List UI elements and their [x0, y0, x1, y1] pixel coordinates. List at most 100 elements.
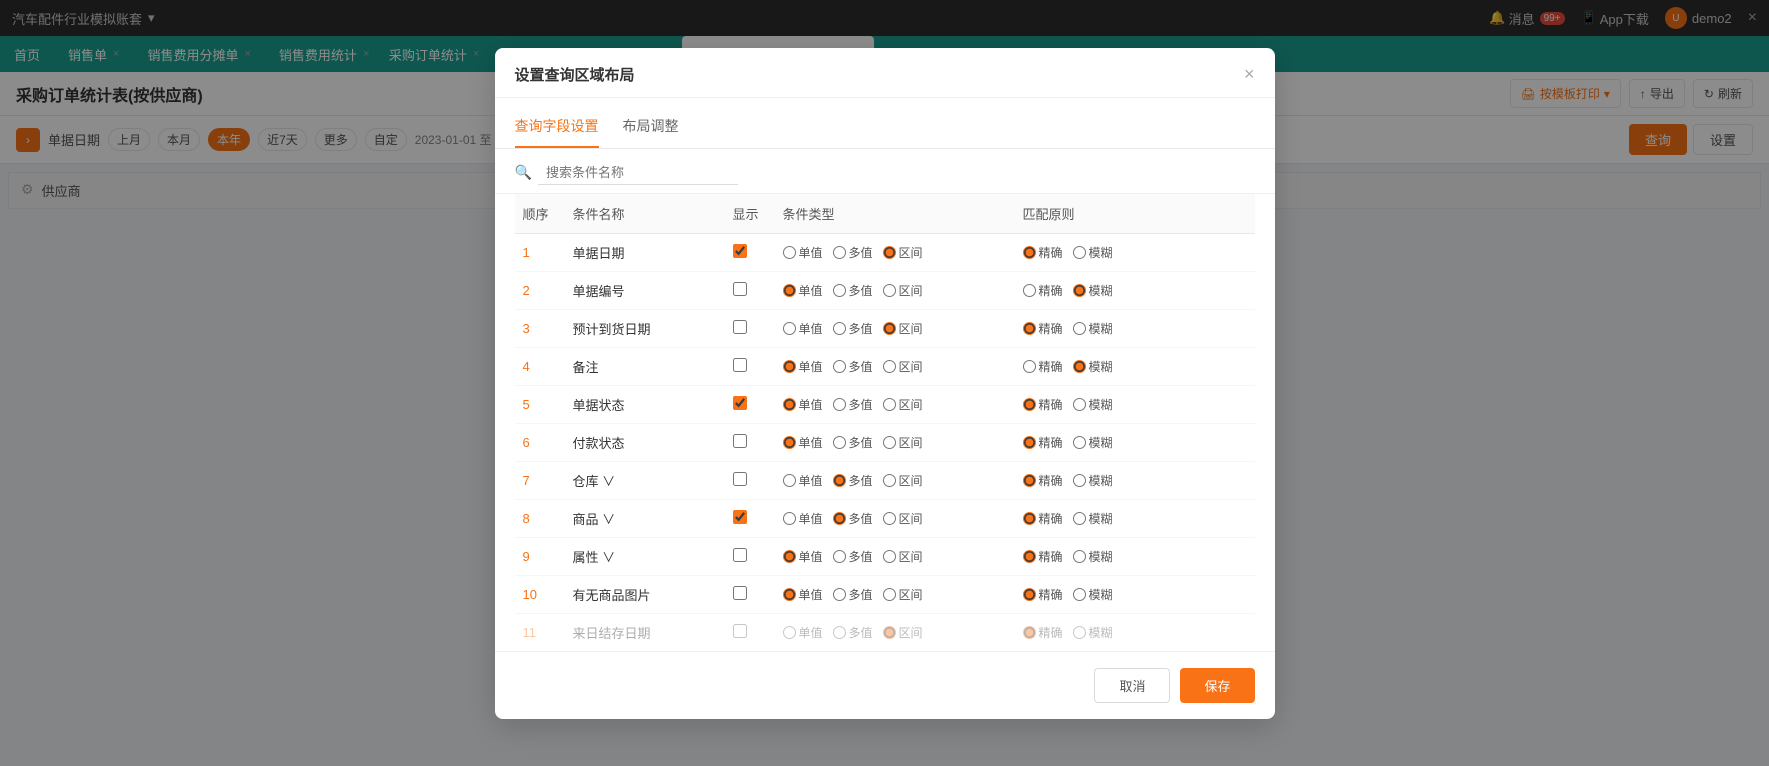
match-radio-input[interactable] — [1073, 398, 1086, 411]
type-radio-input[interactable] — [883, 626, 896, 639]
type-radio-input[interactable] — [833, 588, 846, 601]
type-radio-item[interactable]: 区间 — [883, 586, 923, 603]
display-checkbox[interactable] — [733, 434, 747, 448]
match-radio-item[interactable]: 精确 — [1023, 320, 1063, 337]
match-radio-input[interactable] — [1073, 474, 1086, 487]
match-radio-item[interactable]: 模糊 — [1073, 510, 1113, 527]
type-radio-item[interactable]: 多值 — [833, 548, 873, 565]
type-radio-item[interactable]: 单值 — [783, 320, 823, 337]
type-radio-input[interactable] — [783, 322, 796, 335]
match-radio-item[interactable]: 精确 — [1023, 358, 1063, 375]
display-checkbox[interactable] — [733, 396, 747, 410]
type-radio-input[interactable] — [833, 626, 846, 639]
type-radio-input[interactable] — [783, 436, 796, 449]
type-radio-input[interactable] — [783, 512, 796, 525]
match-radio-input[interactable] — [1073, 360, 1086, 373]
type-radio-item[interactable]: 区间 — [883, 472, 923, 489]
type-radio-item[interactable]: 多值 — [833, 586, 873, 603]
match-radio-item[interactable]: 精确 — [1023, 548, 1063, 565]
type-radio-item[interactable]: 多值 — [833, 472, 873, 489]
type-radio-item[interactable]: 单值 — [783, 434, 823, 451]
type-radio-input[interactable] — [833, 436, 846, 449]
type-radio-input[interactable] — [883, 322, 896, 335]
match-radio-input[interactable] — [1073, 284, 1086, 297]
match-radio-item[interactable]: 精确 — [1023, 282, 1063, 299]
type-radio-item[interactable]: 多值 — [833, 434, 873, 451]
type-radio-item[interactable]: 单值 — [783, 396, 823, 413]
type-radio-item[interactable]: 区间 — [883, 548, 923, 565]
match-radio-input[interactable] — [1023, 322, 1036, 335]
match-radio-input[interactable] — [1073, 246, 1086, 259]
type-radio-item[interactable]: 多值 — [833, 510, 873, 527]
type-radio-item[interactable]: 多值 — [833, 282, 873, 299]
match-radio-input[interactable] — [1073, 588, 1086, 601]
match-radio-item[interactable]: 模糊 — [1073, 244, 1113, 261]
match-radio-input[interactable] — [1023, 626, 1036, 639]
display-checkbox[interactable] — [733, 624, 747, 638]
type-radio-input[interactable] — [883, 360, 896, 373]
display-checkbox[interactable] — [733, 358, 747, 372]
type-radio-input[interactable] — [783, 246, 796, 259]
type-radio-item[interactable]: 单值 — [783, 624, 823, 641]
match-radio-input[interactable] — [1023, 436, 1036, 449]
type-radio-input[interactable] — [833, 398, 846, 411]
search-input[interactable] — [538, 161, 738, 185]
type-radio-item[interactable]: 单值 — [783, 472, 823, 489]
type-radio-item[interactable]: 区间 — [883, 434, 923, 451]
type-radio-input[interactable] — [833, 360, 846, 373]
type-radio-item[interactable]: 区间 — [883, 282, 923, 299]
match-radio-item[interactable]: 模糊 — [1073, 472, 1113, 489]
type-radio-input[interactable] — [883, 588, 896, 601]
match-radio-input[interactable] — [1023, 360, 1036, 373]
match-radio-input[interactable] — [1073, 436, 1086, 449]
type-radio-item[interactable]: 多值 — [833, 358, 873, 375]
type-radio-item[interactable]: 单值 — [783, 358, 823, 375]
match-radio-item[interactable]: 模糊 — [1073, 396, 1113, 413]
match-radio-item[interactable]: 精确 — [1023, 510, 1063, 527]
match-radio-item[interactable]: 模糊 — [1073, 282, 1113, 299]
type-radio-input[interactable] — [783, 550, 796, 563]
display-checkbox[interactable] — [733, 586, 747, 600]
match-radio-input[interactable] — [1073, 322, 1086, 335]
type-radio-input[interactable] — [883, 436, 896, 449]
match-radio-input[interactable] — [1073, 512, 1086, 525]
type-radio-input[interactable] — [883, 284, 896, 297]
type-radio-item[interactable]: 多值 — [833, 244, 873, 261]
match-radio-item[interactable]: 模糊 — [1073, 548, 1113, 565]
match-radio-item[interactable]: 精确 — [1023, 586, 1063, 603]
display-checkbox[interactable] — [733, 282, 747, 296]
tab-query-fields[interactable]: 查询字段设置 — [515, 110, 599, 148]
match-radio-item[interactable]: 模糊 — [1073, 320, 1113, 337]
type-radio-input[interactable] — [783, 474, 796, 487]
match-radio-item[interactable]: 模糊 — [1073, 358, 1113, 375]
type-radio-input[interactable] — [783, 284, 796, 297]
match-radio-input[interactable] — [1023, 550, 1036, 563]
type-radio-input[interactable] — [883, 550, 896, 563]
type-radio-item[interactable]: 单值 — [783, 548, 823, 565]
type-radio-item[interactable]: 区间 — [883, 320, 923, 337]
type-radio-item[interactable]: 单值 — [783, 244, 823, 261]
match-radio-input[interactable] — [1023, 512, 1036, 525]
type-radio-input[interactable] — [833, 284, 846, 297]
type-radio-item[interactable]: 区间 — [883, 244, 923, 261]
type-radio-input[interactable] — [833, 550, 846, 563]
type-radio-item[interactable]: 区间 — [883, 358, 923, 375]
type-radio-input[interactable] — [883, 474, 896, 487]
display-checkbox[interactable] — [733, 510, 747, 524]
display-checkbox[interactable] — [733, 472, 747, 486]
type-radio-input[interactable] — [783, 398, 796, 411]
match-radio-item[interactable]: 精确 — [1023, 624, 1063, 641]
type-radio-input[interactable] — [833, 322, 846, 335]
match-radio-input[interactable] — [1023, 474, 1036, 487]
match-radio-item[interactable]: 精确 — [1023, 472, 1063, 489]
match-radio-item[interactable]: 精确 — [1023, 244, 1063, 261]
display-checkbox[interactable] — [733, 320, 747, 334]
save-button[interactable]: 保存 — [1180, 668, 1254, 703]
match-radio-input[interactable] — [1073, 550, 1086, 563]
type-radio-input[interactable] — [783, 626, 796, 639]
type-radio-input[interactable] — [783, 360, 796, 373]
type-radio-input[interactable] — [883, 512, 896, 525]
type-radio-item[interactable]: 多值 — [833, 624, 873, 641]
type-radio-input[interactable] — [883, 398, 896, 411]
match-radio-item[interactable]: 精确 — [1023, 396, 1063, 413]
